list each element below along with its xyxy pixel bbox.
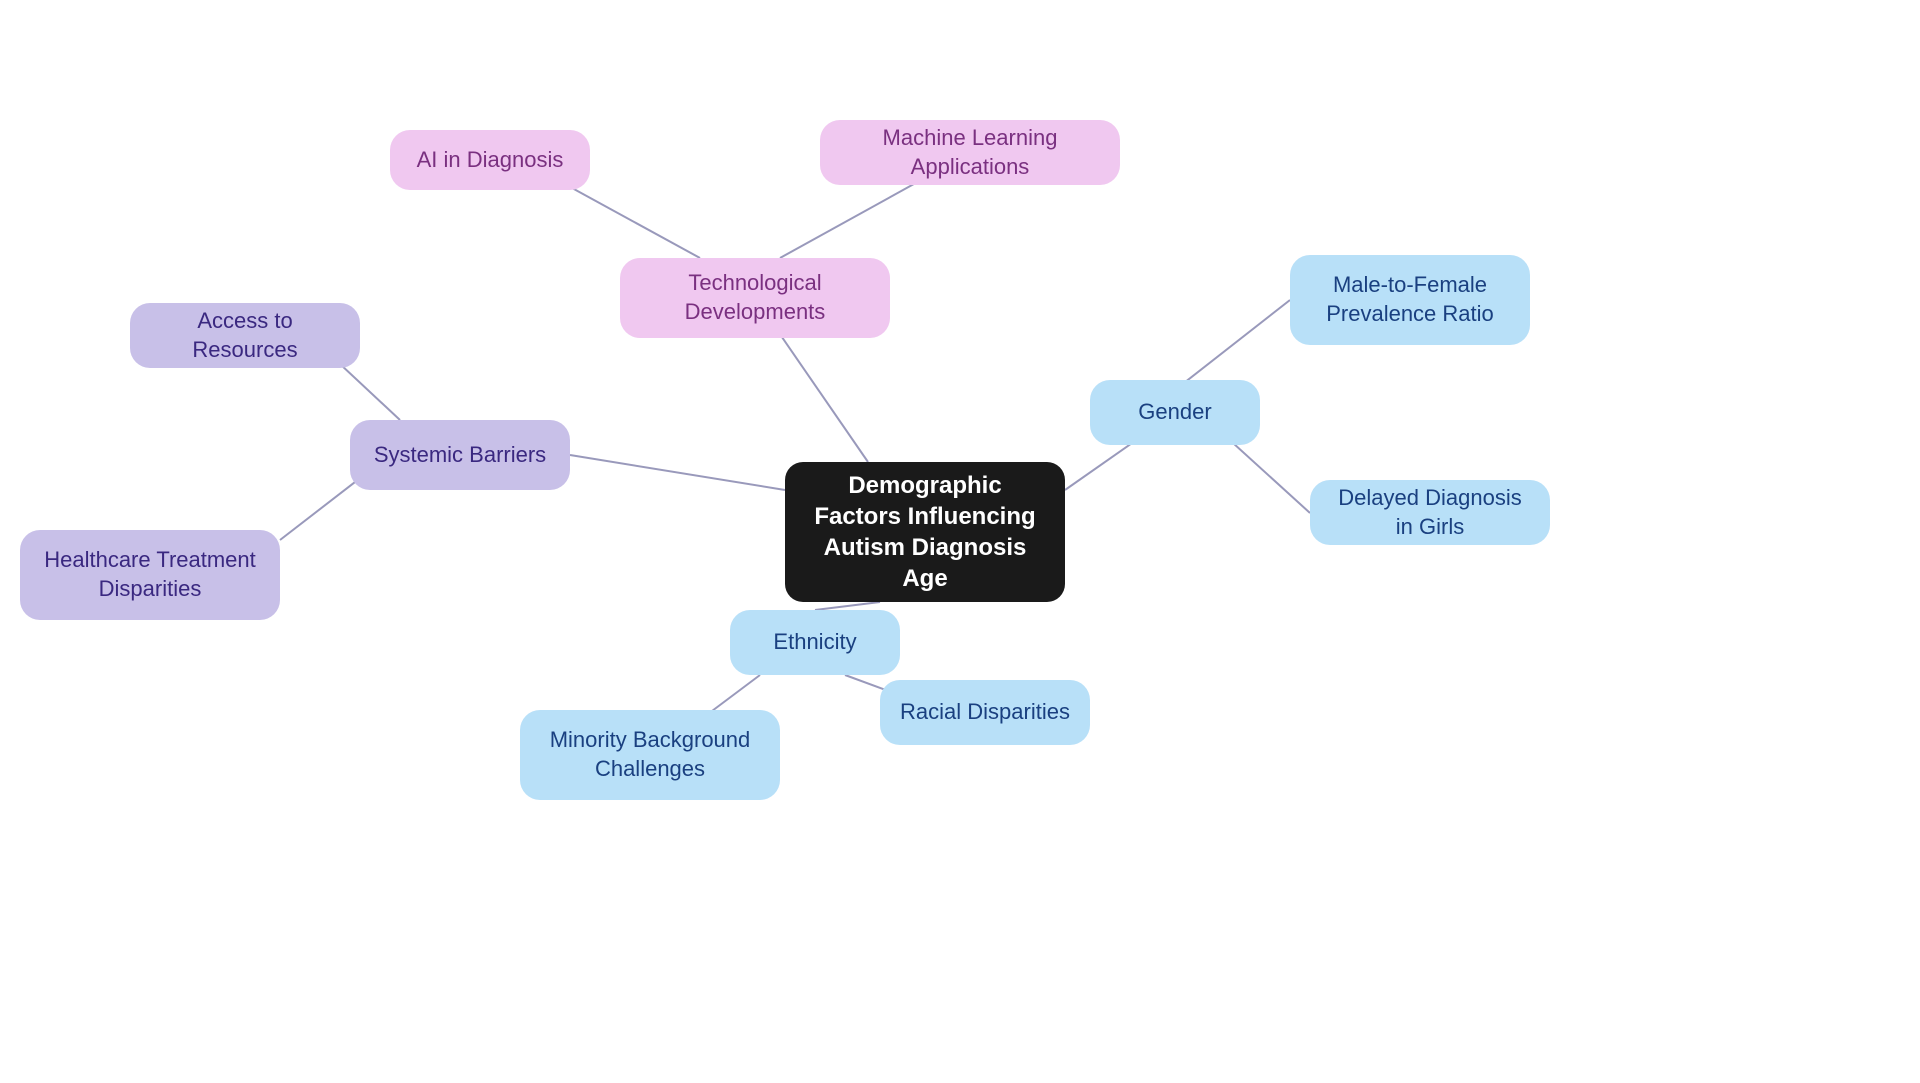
node-minority-background: Minority Background Challenges xyxy=(520,710,780,800)
node-male-female-ratio: Male-to-Female Prevalence Ratio xyxy=(1290,255,1530,345)
node-racial-disparities: Racial Disparities xyxy=(880,680,1090,745)
node-machine-learning: Machine Learning Applications xyxy=(820,120,1120,185)
node-ethnicity: Ethnicity xyxy=(730,610,900,675)
node-systemic-barriers: Systemic Barriers xyxy=(350,420,570,490)
node-ai-in-diagnosis: AI in Diagnosis xyxy=(390,130,590,190)
node-delayed-diagnosis: Delayed Diagnosis in Girls xyxy=(1310,480,1550,545)
center-node: Demographic Factors Influencing Autism D… xyxy=(785,462,1065,602)
node-access-to-resources: Access to Resources xyxy=(130,303,360,368)
node-healthcare-treatment: Healthcare Treatment Disparities xyxy=(20,530,280,620)
node-gender: Gender xyxy=(1090,380,1260,445)
node-technological-developments: Technological Developments xyxy=(620,258,890,338)
